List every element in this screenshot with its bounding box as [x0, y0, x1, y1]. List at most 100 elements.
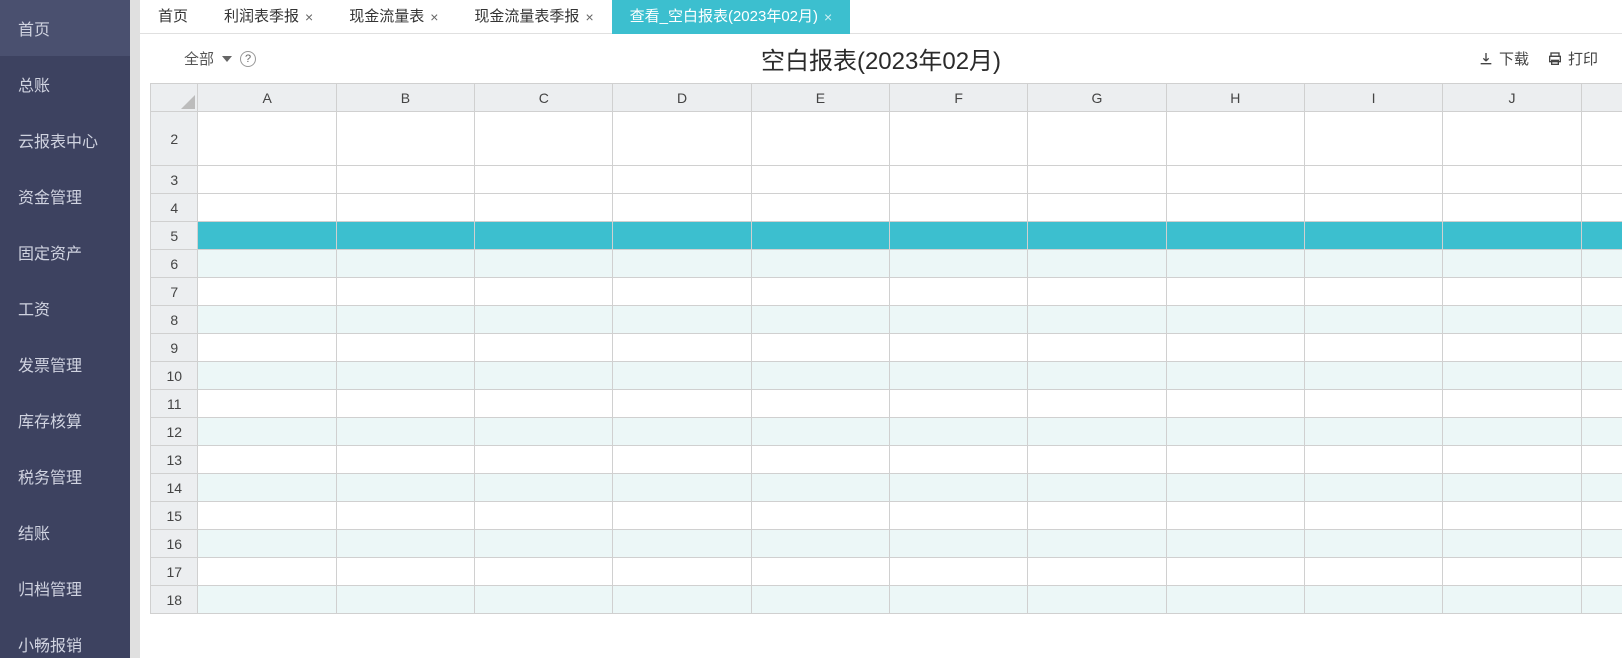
cell-D11[interactable] — [613, 390, 751, 418]
cell-D2[interactable] — [613, 112, 751, 166]
cell-D10[interactable] — [613, 362, 751, 390]
column-header-E[interactable]: E — [751, 84, 889, 112]
cell-H10[interactable] — [1166, 362, 1304, 390]
column-header-C[interactable]: C — [475, 84, 613, 112]
column-header-G[interactable]: G — [1028, 84, 1166, 112]
cell-G13[interactable] — [1028, 446, 1166, 474]
cell-B7[interactable] — [336, 278, 474, 306]
cell-A14[interactable] — [198, 474, 336, 502]
cell-H14[interactable] — [1166, 474, 1304, 502]
help-icon[interactable]: ? — [240, 51, 256, 67]
cell-C10[interactable] — [475, 362, 613, 390]
cell-D14[interactable] — [613, 474, 751, 502]
cell-B5[interactable] — [336, 222, 474, 250]
row-header-3[interactable]: 3 — [151, 166, 198, 194]
cell-E5[interactable] — [751, 222, 889, 250]
cell-A7[interactable] — [198, 278, 336, 306]
cell-K3[interactable] — [1581, 166, 1622, 194]
cell-A15[interactable] — [198, 502, 336, 530]
cell-G10[interactable] — [1028, 362, 1166, 390]
sidebar-item-fixed-assets[interactable]: 固定资产 — [0, 224, 130, 280]
cell-C4[interactable] — [475, 194, 613, 222]
cell-I4[interactable] — [1304, 194, 1442, 222]
cell-F6[interactable] — [890, 250, 1028, 278]
cell-G5[interactable] — [1028, 222, 1166, 250]
cell-F16[interactable] — [890, 530, 1028, 558]
row-header-7[interactable]: 7 — [151, 278, 198, 306]
cell-H11[interactable] — [1166, 390, 1304, 418]
cell-A9[interactable] — [198, 334, 336, 362]
sheet-corner[interactable] — [151, 84, 198, 112]
cell-D3[interactable] — [613, 166, 751, 194]
cell-G7[interactable] — [1028, 278, 1166, 306]
cell-A16[interactable] — [198, 530, 336, 558]
cell-B13[interactable] — [336, 446, 474, 474]
cell-G17[interactable] — [1028, 558, 1166, 586]
cell-I6[interactable] — [1304, 250, 1442, 278]
sidebar-item-home[interactable]: 首页 — [0, 0, 130, 56]
cell-E14[interactable] — [751, 474, 889, 502]
cell-H13[interactable] — [1166, 446, 1304, 474]
column-header-F[interactable]: F — [890, 84, 1028, 112]
cell-F18[interactable] — [890, 586, 1028, 614]
cell-A3[interactable] — [198, 166, 336, 194]
cell-D7[interactable] — [613, 278, 751, 306]
cell-D13[interactable] — [613, 446, 751, 474]
cell-B8[interactable] — [336, 306, 474, 334]
row-header-15[interactable]: 15 — [151, 502, 198, 530]
cell-B17[interactable] — [336, 558, 474, 586]
column-header-H[interactable]: H — [1166, 84, 1304, 112]
cell-G2[interactable] — [1028, 112, 1166, 166]
cell-F13[interactable] — [890, 446, 1028, 474]
cell-F10[interactable] — [890, 362, 1028, 390]
cell-C13[interactable] — [475, 446, 613, 474]
cell-E4[interactable] — [751, 194, 889, 222]
cell-A13[interactable] — [198, 446, 336, 474]
cell-J15[interactable] — [1443, 502, 1581, 530]
cell-C14[interactable] — [475, 474, 613, 502]
cell-J5[interactable] — [1443, 222, 1581, 250]
cell-I11[interactable] — [1304, 390, 1442, 418]
cell-K18[interactable] — [1581, 586, 1622, 614]
cell-E7[interactable] — [751, 278, 889, 306]
cell-G4[interactable] — [1028, 194, 1166, 222]
cell-G15[interactable] — [1028, 502, 1166, 530]
cell-H6[interactable] — [1166, 250, 1304, 278]
cell-B14[interactable] — [336, 474, 474, 502]
cell-H7[interactable] — [1166, 278, 1304, 306]
cell-B18[interactable] — [336, 586, 474, 614]
cell-A12[interactable] — [198, 418, 336, 446]
cell-J3[interactable] — [1443, 166, 1581, 194]
cell-F4[interactable] — [890, 194, 1028, 222]
cell-D18[interactable] — [613, 586, 751, 614]
cell-K14[interactable] — [1581, 474, 1622, 502]
column-header-B[interactable]: B — [336, 84, 474, 112]
sidebar-item-salary[interactable]: 工资 — [0, 280, 130, 336]
row-header-12[interactable]: 12 — [151, 418, 198, 446]
cell-B10[interactable] — [336, 362, 474, 390]
cell-B9[interactable] — [336, 334, 474, 362]
cell-J18[interactable] — [1443, 586, 1581, 614]
cell-E15[interactable] — [751, 502, 889, 530]
cell-J6[interactable] — [1443, 250, 1581, 278]
cell-I7[interactable] — [1304, 278, 1442, 306]
row-header-5[interactable]: 5 — [151, 222, 198, 250]
cell-F8[interactable] — [890, 306, 1028, 334]
cell-F3[interactable] — [890, 166, 1028, 194]
cell-J4[interactable] — [1443, 194, 1581, 222]
cell-H2[interactable] — [1166, 112, 1304, 166]
cell-J16[interactable] — [1443, 530, 1581, 558]
row-header-6[interactable]: 6 — [151, 250, 198, 278]
cell-F5[interactable] — [890, 222, 1028, 250]
cell-G12[interactable] — [1028, 418, 1166, 446]
cell-H4[interactable] — [1166, 194, 1304, 222]
cell-I8[interactable] — [1304, 306, 1442, 334]
sidebar-item-closing[interactable]: 结账 — [0, 504, 130, 560]
cell-A5[interactable] — [198, 222, 336, 250]
cell-G9[interactable] — [1028, 334, 1166, 362]
sidebar-item-ledger[interactable]: 总账 — [0, 56, 130, 112]
cell-A17[interactable] — [198, 558, 336, 586]
cell-A10[interactable] — [198, 362, 336, 390]
cell-K9[interactable] — [1581, 334, 1622, 362]
cell-G18[interactable] — [1028, 586, 1166, 614]
